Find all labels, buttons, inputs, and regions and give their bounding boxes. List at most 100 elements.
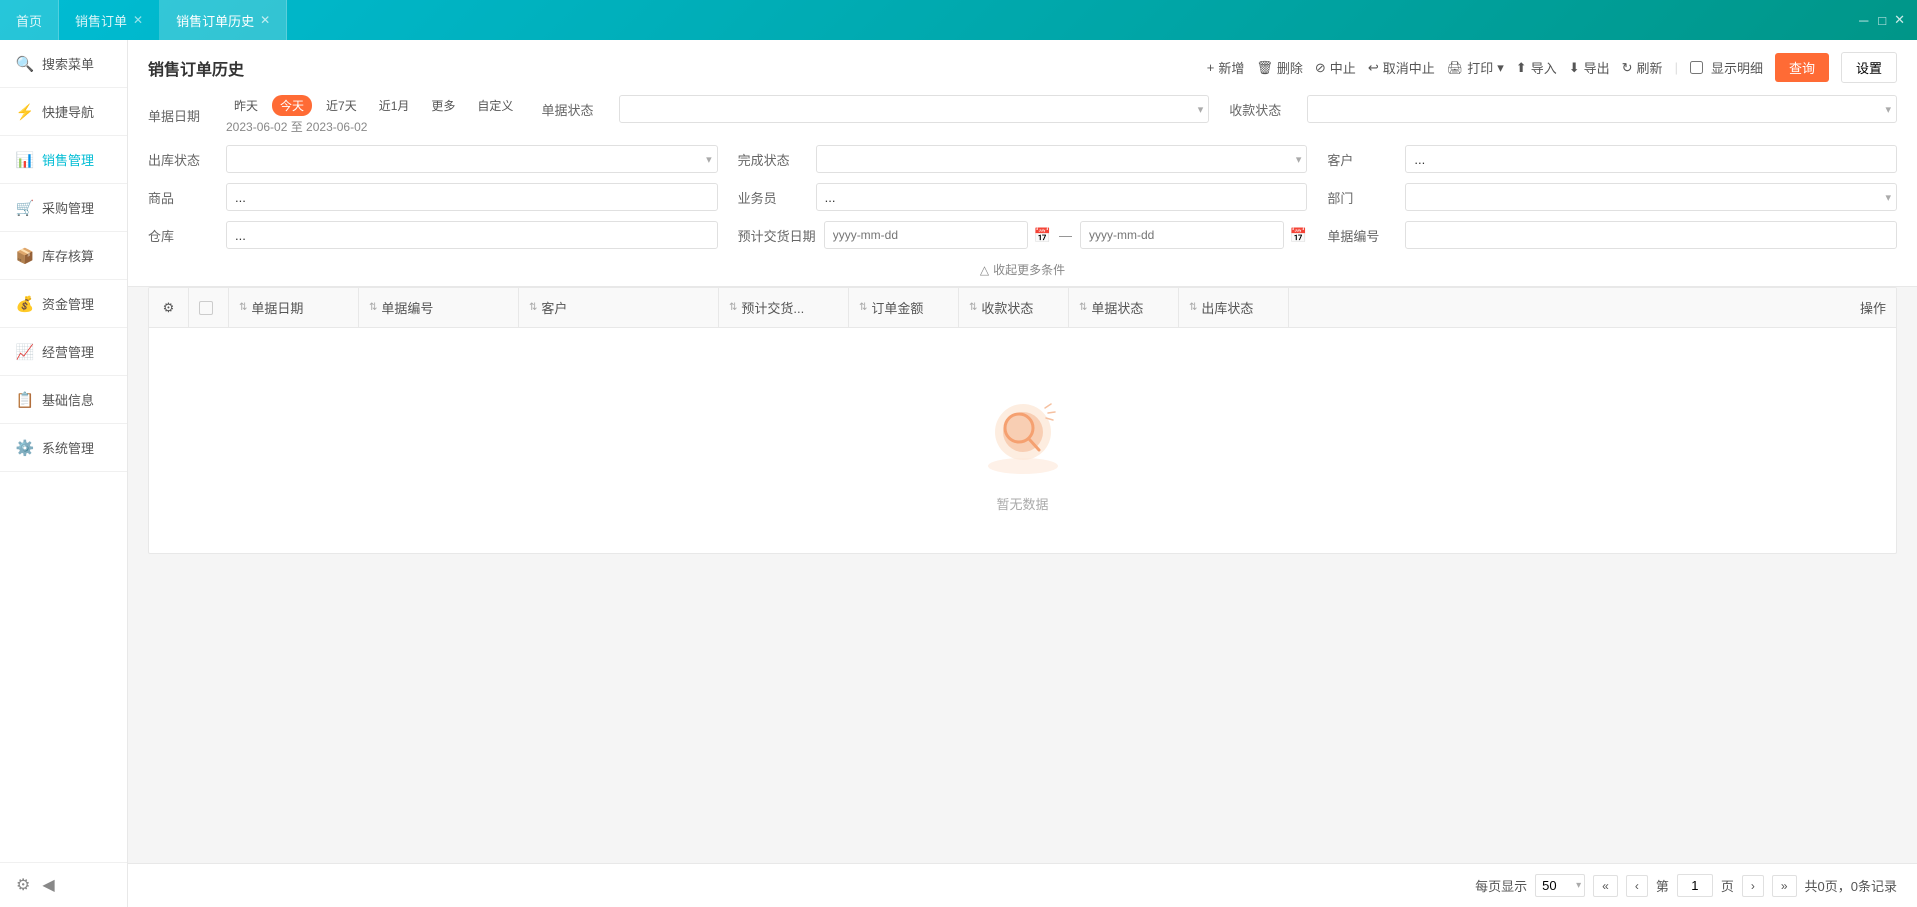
stop-button[interactable]: ⊘ 中止 — [1315, 58, 1356, 77]
date-tag-7days[interactable]: 近7天 — [318, 95, 365, 116]
th-customer: ⇅ 客户 — [519, 288, 719, 327]
tab-sales-history-close[interactable]: ✕ — [260, 13, 270, 27]
table-area: ⚙ ⇅ 单据日期 ⇅ 单据编号 ⇅ 客户 — [128, 287, 1917, 863]
sidebar-item-system[interactable]: ⚙️ 系统管理 — [0, 424, 127, 472]
prev-page-button[interactable]: ‹ — [1626, 875, 1648, 897]
tab-home-label: 首页 — [16, 11, 42, 30]
th-pay-status-sort-icon[interactable]: ⇅ — [969, 302, 977, 313]
display-toggle[interactable]: 显示明细 — [1690, 58, 1763, 77]
collapse-up-icon: △ — [980, 263, 989, 277]
th-out-status-sort-icon[interactable]: ⇅ — [1189, 302, 1197, 313]
window-close-btn[interactable]: ✕ — [1894, 12, 1905, 28]
outstore-select[interactable] — [226, 145, 718, 173]
date-filter-cell: 单据日期 昨天 今天 近7天 近1月 更多 自定义 2023-06-02 至 2… — [148, 95, 521, 135]
sidebar-item-search[interactable]: 🔍 搜索菜单 — [0, 40, 127, 88]
customer-label: 客户 — [1327, 150, 1397, 169]
sidebar-item-inventory[interactable]: 📦 库存核算 — [0, 232, 127, 280]
print-button[interactable]: 🖨 打印 ▾ — [1447, 58, 1504, 77]
delete-button[interactable]: 🗑 删除 — [1256, 58, 1303, 77]
sidebar-item-quick-nav[interactable]: ⚡ 快捷导航 — [0, 88, 127, 136]
search-icon: 🔍 — [16, 55, 34, 73]
th-expected-date: ⇅ 预计交货... — [719, 288, 849, 327]
date-tag-more[interactable]: 更多 — [423, 95, 463, 116]
window-minimize-btn[interactable]: － — [1857, 11, 1870, 30]
finance-icon: 💰 — [16, 295, 34, 313]
th-expected-date-sort-icon[interactable]: ⇅ — [729, 302, 737, 313]
print-icon: 🖨 — [1447, 60, 1464, 76]
th-customer-sort-icon[interactable]: ⇅ — [529, 302, 537, 313]
page-size-select[interactable]: 10 20 50 100 — [1535, 874, 1585, 897]
pay-status-select[interactable] — [1307, 95, 1897, 123]
sidebar-item-basic-info[interactable]: 📋 基础信息 — [0, 376, 127, 424]
top-bar-right: － □ ✕ — [1845, 11, 1917, 30]
complete-select[interactable] — [816, 145, 1308, 173]
th-order-no-sort-icon[interactable]: ⇅ — [369, 302, 377, 313]
export-icon: ⬇ — [1569, 60, 1580, 76]
th-settings[interactable]: ⚙ — [149, 288, 189, 327]
collapse-bar[interactable]: △ 收起更多条件 — [148, 257, 1897, 282]
tab-sales-order[interactable]: 销售订单 ✕ — [59, 0, 160, 40]
status-select-wrapper — [619, 95, 1209, 123]
date-picker-end-wrapper: 📅 — [1080, 221, 1307, 249]
th-amount-sort-icon[interactable]: ⇅ — [859, 302, 867, 313]
th-doc-status-sort-icon[interactable]: ⇅ — [1079, 302, 1087, 313]
print-label: 打印 — [1467, 58, 1493, 77]
customer-filter-cell: 客户 — [1327, 145, 1897, 173]
sidebar-item-operations[interactable]: 📈 经营管理 — [0, 328, 127, 376]
date-tag-custom[interactable]: 自定义 — [469, 95, 521, 116]
select-all-checkbox[interactable] — [199, 301, 213, 315]
th-pay-status-label: 收款状态 — [981, 298, 1033, 317]
window-maximize-btn[interactable]: □ — [1878, 13, 1886, 28]
collapse-text: 收起更多条件 — [993, 261, 1065, 278]
dept-select[interactable] — [1405, 183, 1897, 211]
sidebar-item-finance[interactable]: 💰 资金管理 — [0, 280, 127, 328]
customer-input[interactable] — [1405, 145, 1897, 173]
purchase-icon: 🛒 — [16, 199, 34, 217]
first-page-button[interactable]: « — [1593, 875, 1618, 897]
calendar-start-icon[interactable]: 📅 — [1034, 227, 1051, 244]
import-button[interactable]: ⬆ 导入 — [1516, 58, 1557, 77]
tab-sales-order-label: 销售订单 — [75, 11, 127, 30]
complete-select-wrapper — [816, 145, 1308, 173]
export-button[interactable]: ⬇ 导出 — [1569, 58, 1610, 77]
date-dash: — — [1059, 228, 1072, 243]
expected-date-start-input[interactable] — [824, 221, 1028, 249]
calendar-end-icon[interactable]: 📅 — [1290, 227, 1307, 244]
expected-date-end-input[interactable] — [1080, 221, 1284, 249]
order-no-input[interactable] — [1405, 221, 1897, 249]
query-button[interactable]: 查询 — [1775, 53, 1829, 82]
tab-sales-history-label: 销售订单历史 — [176, 11, 254, 30]
sidebar-bottom: ⚙ ◀ — [0, 862, 127, 907]
table-footer: 每页显示 10 20 50 100 « ‹ 第 页 › » 共0页，0条记录 — [128, 863, 1917, 907]
status-select[interactable] — [619, 95, 1209, 123]
th-expected-date-label: 预计交货... — [741, 298, 804, 317]
date-tag-1month[interactable]: 近1月 — [371, 95, 418, 116]
sidebar-item-sales[interactable]: 📊 销售管理 — [0, 136, 127, 184]
tab-home[interactable]: 首页 — [0, 0, 59, 40]
settings-gear-icon[interactable]: ⚙ — [163, 300, 175, 316]
tab-sales-history[interactable]: 销售订单历史 ✕ — [160, 0, 287, 40]
top-bar-tabs: 首页 销售订单 ✕ 销售订单历史 ✕ — [0, 0, 1845, 40]
setting-button[interactable]: 设置 — [1841, 52, 1897, 83]
th-out-status: ⇅ 出库状态 — [1179, 288, 1289, 327]
tab-sales-order-close[interactable]: ✕ — [133, 13, 143, 27]
page-number-input[interactable] — [1677, 874, 1713, 897]
display-toggle-checkbox[interactable] — [1690, 61, 1703, 74]
th-pay-status: ⇅ 收款状态 — [959, 288, 1069, 327]
next-page-button[interactable]: › — [1742, 875, 1764, 897]
sidebar-settings-icon[interactable]: ⚙ — [16, 875, 30, 895]
date-tag-today[interactable]: 今天 — [272, 95, 312, 116]
last-page-button[interactable]: » — [1772, 875, 1797, 897]
warehouse-input[interactable] — [226, 221, 718, 249]
goods-input[interactable] — [226, 183, 718, 211]
salesperson-input[interactable] — [816, 183, 1308, 211]
add-button[interactable]: + 新增 — [1207, 58, 1245, 77]
salesperson-filter-cell: 业务员 — [738, 183, 1308, 211]
th-doc-status: ⇅ 单据状态 — [1069, 288, 1179, 327]
refresh-button[interactable]: ↻ 刷新 — [1622, 58, 1663, 77]
sidebar-collapse-icon[interactable]: ◀ — [42, 875, 54, 895]
cancel-stop-button[interactable]: ↩ 取消中止 — [1368, 58, 1435, 77]
th-date-sort-icon[interactable]: ⇅ — [239, 302, 247, 313]
sidebar-item-purchase[interactable]: 🛒 采购管理 — [0, 184, 127, 232]
date-tag-yesterday[interactable]: 昨天 — [226, 95, 266, 116]
